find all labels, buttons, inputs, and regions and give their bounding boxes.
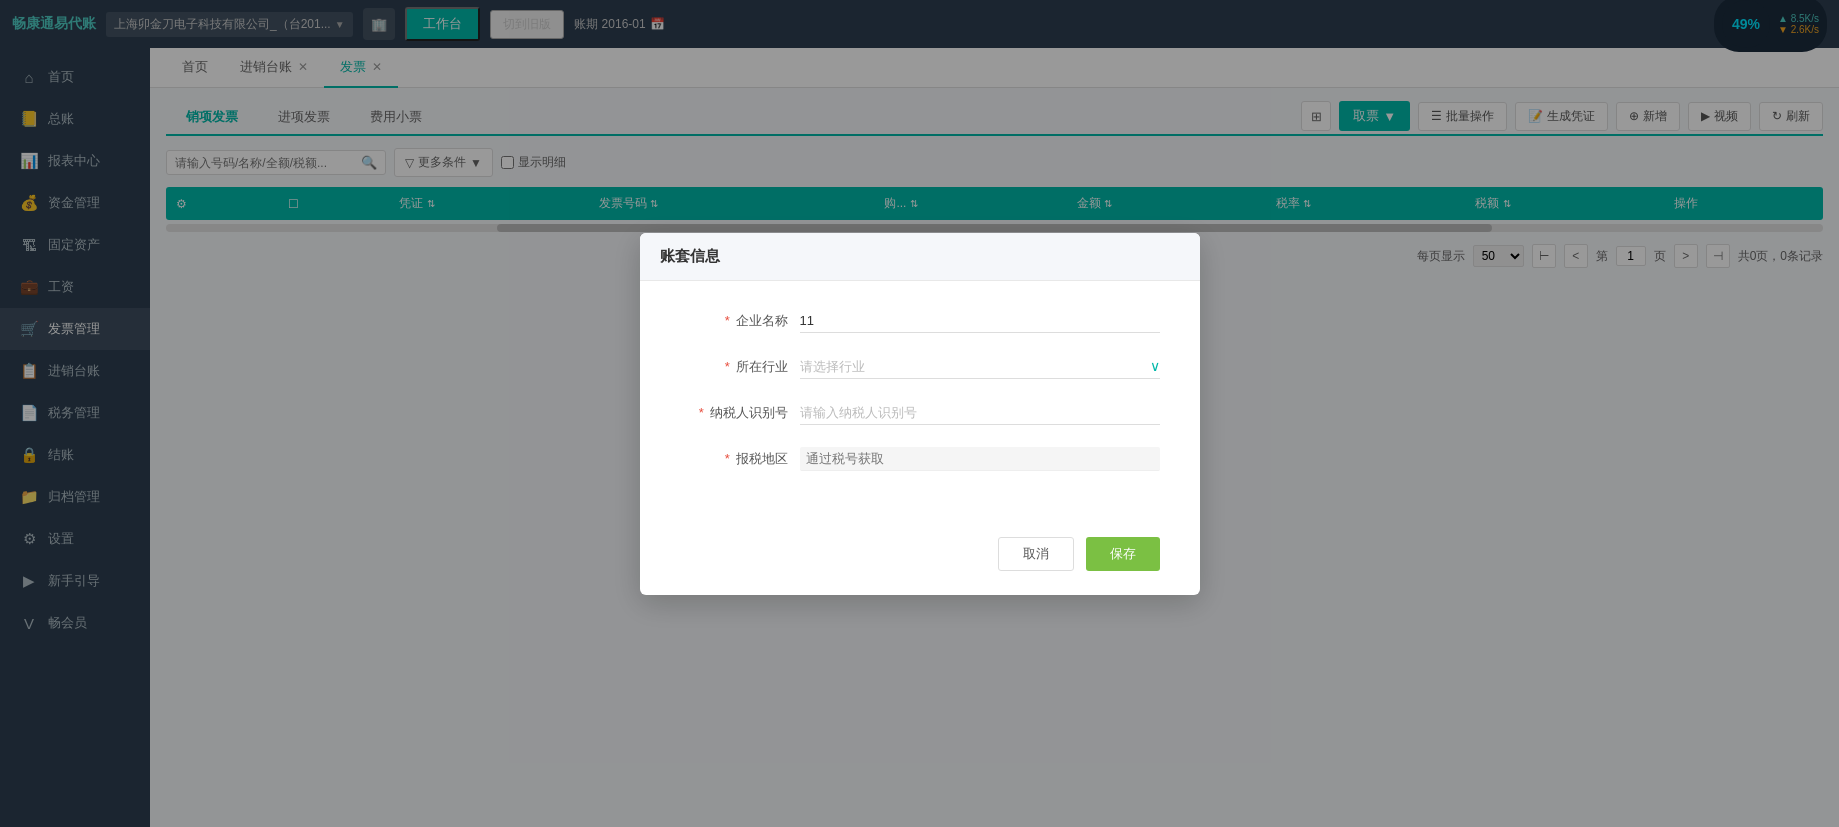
company-name-label: * 企业名称: [680, 312, 800, 330]
company-name-input[interactable]: [800, 309, 1160, 333]
company-name-row: * 企业名称: [680, 309, 1160, 333]
industry-label: * 所在行业: [680, 358, 800, 376]
account-info-modal: 账套信息 * 企业名称 * 所在行业 请选择行业: [640, 233, 1200, 595]
cancel-button[interactable]: 取消: [998, 537, 1074, 571]
modal-footer: 取消 保存: [640, 521, 1200, 595]
save-button[interactable]: 保存: [1086, 537, 1160, 571]
tax-region-input: [800, 447, 1160, 471]
modal-body: * 企业名称 * 所在行业 请选择行业 ∨: [640, 281, 1200, 521]
industry-select[interactable]: 请选择行业: [800, 355, 1160, 378]
modal-header: 账套信息: [640, 233, 1200, 281]
industry-row: * 所在行业 请选择行业 ∨: [680, 355, 1160, 379]
tax-id-label: * 纳税人识别号: [680, 404, 800, 422]
modal-overlay[interactable]: 账套信息 * 企业名称 * 所在行业 请选择行业: [0, 0, 1839, 827]
tax-region-label: * 报税地区: [680, 450, 800, 468]
tax-id-row: * 纳税人识别号: [680, 401, 1160, 425]
tax-id-input[interactable]: [800, 401, 1160, 425]
tax-region-row: * 报税地区: [680, 447, 1160, 471]
industry-select-wrap: 请选择行业 ∨: [800, 355, 1160, 379]
